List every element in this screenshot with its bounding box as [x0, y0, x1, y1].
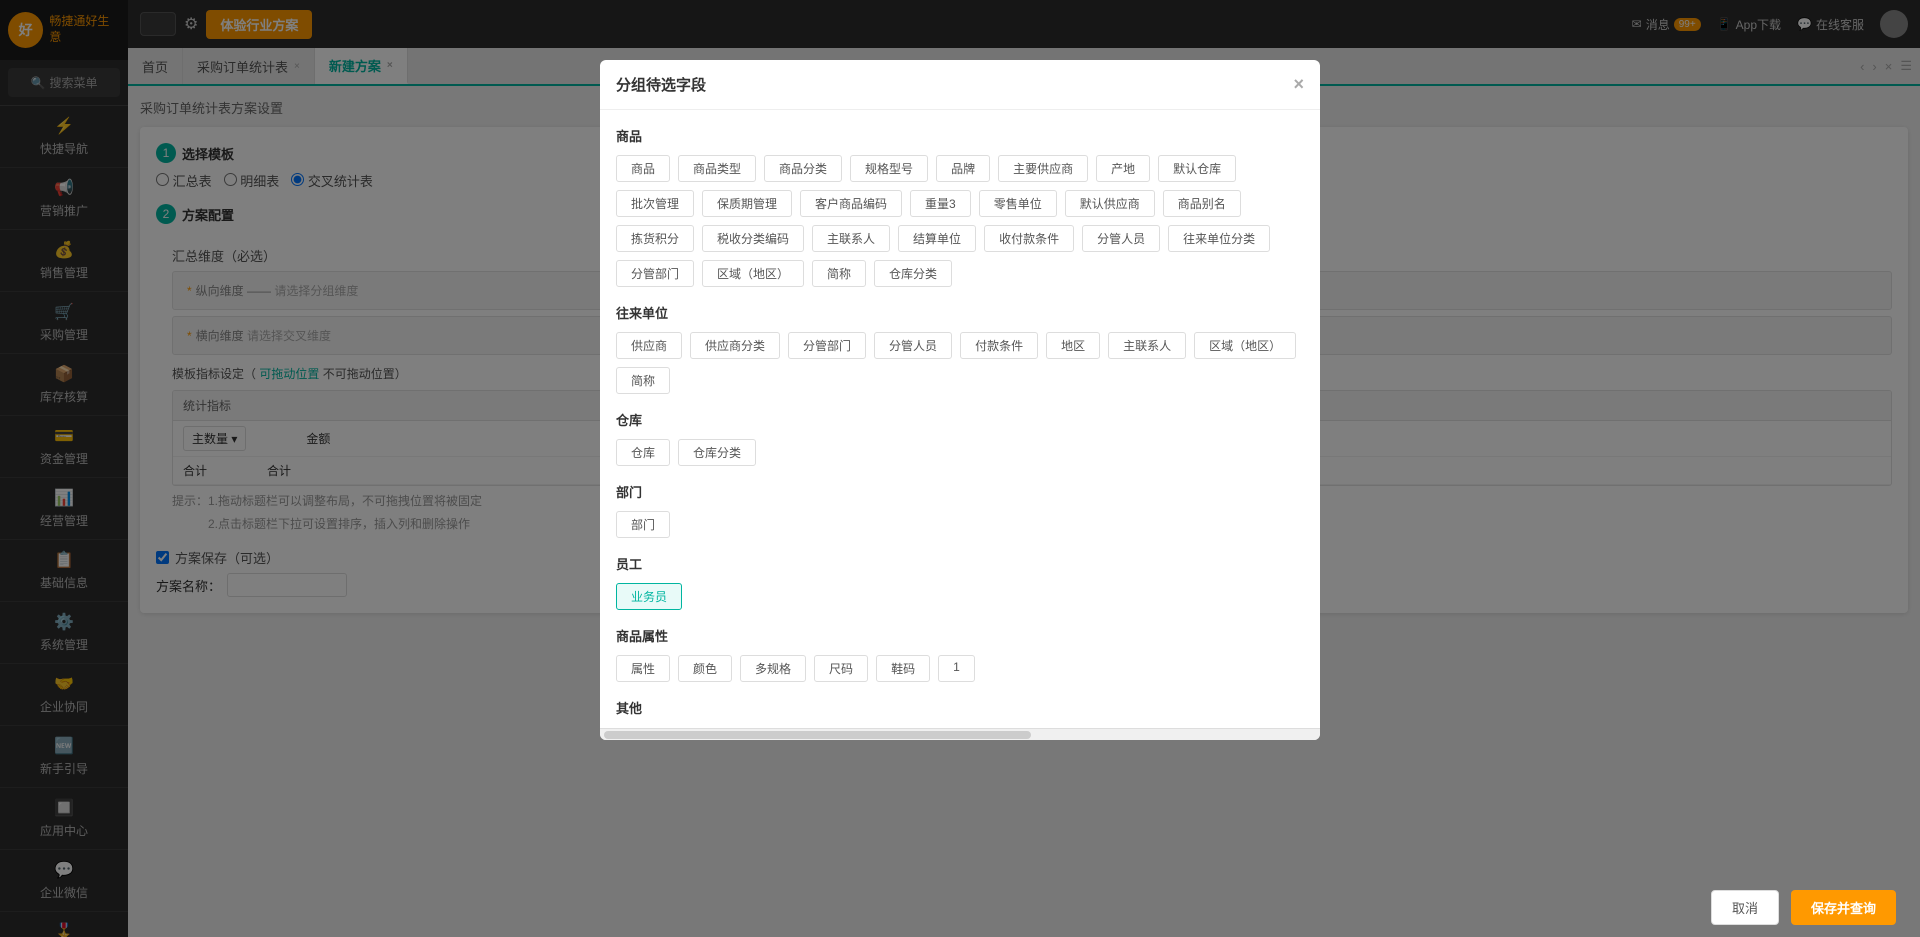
dialog-close-button[interactable]: ×: [1293, 74, 1304, 95]
field-tag[interactable]: 商品分类: [764, 155, 842, 182]
section-other-title: 其他: [616, 698, 1304, 717]
section-product: 商品 商品 商品类型 商品分类 规格型号 品牌 主要供应商 产地 默认仓库 批次…: [616, 126, 1304, 287]
field-tag[interactable]: 分管部门: [788, 332, 866, 359]
field-tag[interactable]: 结算单位: [898, 225, 976, 252]
field-tag[interactable]: 分管人员: [874, 332, 952, 359]
section-product-attr: 商品属性 属性 颜色 多规格 尺码 鞋码 1: [616, 626, 1304, 682]
field-tag[interactable]: 品牌: [936, 155, 990, 182]
field-tag[interactable]: 产地: [1096, 155, 1150, 182]
field-tag[interactable]: 区域（地区）: [702, 260, 804, 287]
save-button[interactable]: 保存并查询: [1791, 890, 1896, 925]
field-tag[interactable]: 零售单位: [979, 190, 1057, 217]
field-tag[interactable]: 默认供应商: [1065, 190, 1155, 217]
section-warehouse-title: 仓库: [616, 410, 1304, 429]
field-tag[interactable]: 保质期管理: [702, 190, 792, 217]
field-tag[interactable]: 主联系人: [1108, 332, 1186, 359]
field-tag[interactable]: 颜色: [678, 655, 732, 682]
cancel-button[interactable]: 取消: [1711, 890, 1779, 925]
section-warehouse: 仓库 仓库 仓库分类: [616, 410, 1304, 466]
section-other: 其他: [616, 698, 1304, 717]
field-tag[interactable]: 1: [938, 655, 975, 682]
field-tag-staff-selected[interactable]: 业务员: [616, 583, 682, 610]
field-tag[interactable]: 规格型号: [850, 155, 928, 182]
field-tag[interactable]: 默认仓库: [1158, 155, 1236, 182]
dialog-hscrollbar[interactable]: [600, 728, 1320, 740]
field-tag[interactable]: 付款条件: [960, 332, 1038, 359]
section-partner-fields: 供应商 供应商分类 分管部门 分管人员 付款条件 地区 主联系人 区域（地区） …: [616, 332, 1304, 394]
field-tag[interactable]: 商品类型: [678, 155, 756, 182]
field-tag[interactable]: 供应商: [616, 332, 682, 359]
dialog: 分组待选字段 × 商品 商品 商品类型 商品分类 规格型号 品牌 主要供应商 产…: [600, 60, 1320, 740]
field-tag[interactable]: 区域（地区）: [1194, 332, 1296, 359]
dialog-title: 分组待选字段: [616, 74, 706, 95]
field-tag[interactable]: 往来单位分类: [1168, 225, 1270, 252]
section-partner: 往来单位 供应商 供应商分类 分管部门 分管人员 付款条件 地区 主联系人 区域…: [616, 303, 1304, 394]
field-tag[interactable]: 简称: [812, 260, 866, 287]
dialog-header: 分组待选字段 ×: [600, 60, 1320, 110]
field-tag[interactable]: 主联系人: [812, 225, 890, 252]
section-staff-fields: 业务员: [616, 583, 1304, 610]
dialog-hscrollbar-thumb: [604, 731, 1031, 739]
field-tag[interactable]: 拣货积分: [616, 225, 694, 252]
section-product-title: 商品: [616, 126, 1304, 145]
overlay: 分组待选字段 × 商品 商品 商品类型 商品分类 规格型号 品牌 主要供应商 产…: [0, 0, 1920, 937]
section-product-fields: 商品 商品类型 商品分类 规格型号 品牌 主要供应商 产地 默认仓库 批次管理 …: [616, 155, 1304, 287]
field-tag[interactable]: 仓库: [616, 439, 670, 466]
field-tag[interactable]: 分管人员: [1082, 225, 1160, 252]
field-tag[interactable]: 客户商品编码: [800, 190, 902, 217]
field-tag[interactable]: 商品别名: [1163, 190, 1241, 217]
field-tag[interactable]: 尺码: [814, 655, 868, 682]
field-tag[interactable]: 仓库分类: [678, 439, 756, 466]
section-department-fields: 部门: [616, 511, 1304, 538]
section-staff-title: 员工: [616, 554, 1304, 573]
section-product-attr-title: 商品属性: [616, 626, 1304, 645]
field-tag[interactable]: 主要供应商: [998, 155, 1088, 182]
field-tag[interactable]: 鞋码: [876, 655, 930, 682]
field-tag[interactable]: 重量3: [910, 190, 971, 217]
field-tag[interactable]: 多规格: [740, 655, 806, 682]
dialog-footer: 取消 保存并查询: [0, 878, 1920, 937]
field-tag[interactable]: 简称: [616, 367, 670, 394]
field-tag[interactable]: 分管部门: [616, 260, 694, 287]
section-department: 部门 部门: [616, 482, 1304, 538]
field-tag[interactable]: 税收分类编码: [702, 225, 804, 252]
field-tag[interactable]: 批次管理: [616, 190, 694, 217]
field-tag[interactable]: 供应商分类: [690, 332, 780, 359]
section-product-attr-fields: 属性 颜色 多规格 尺码 鞋码 1: [616, 655, 1304, 682]
field-tag[interactable]: 部门: [616, 511, 670, 538]
field-tag[interactable]: 商品: [616, 155, 670, 182]
field-tag[interactable]: 仓库分类: [874, 260, 952, 287]
section-department-title: 部门: [616, 482, 1304, 501]
section-partner-title: 往来单位: [616, 303, 1304, 322]
field-tag[interactable]: 属性: [616, 655, 670, 682]
field-tag[interactable]: 地区: [1046, 332, 1100, 359]
field-tag[interactable]: 收付款条件: [984, 225, 1074, 252]
section-staff: 员工 业务员: [616, 554, 1304, 610]
section-warehouse-fields: 仓库 仓库分类: [616, 439, 1304, 466]
dialog-body: 商品 商品 商品类型 商品分类 规格型号 品牌 主要供应商 产地 默认仓库 批次…: [600, 110, 1320, 728]
